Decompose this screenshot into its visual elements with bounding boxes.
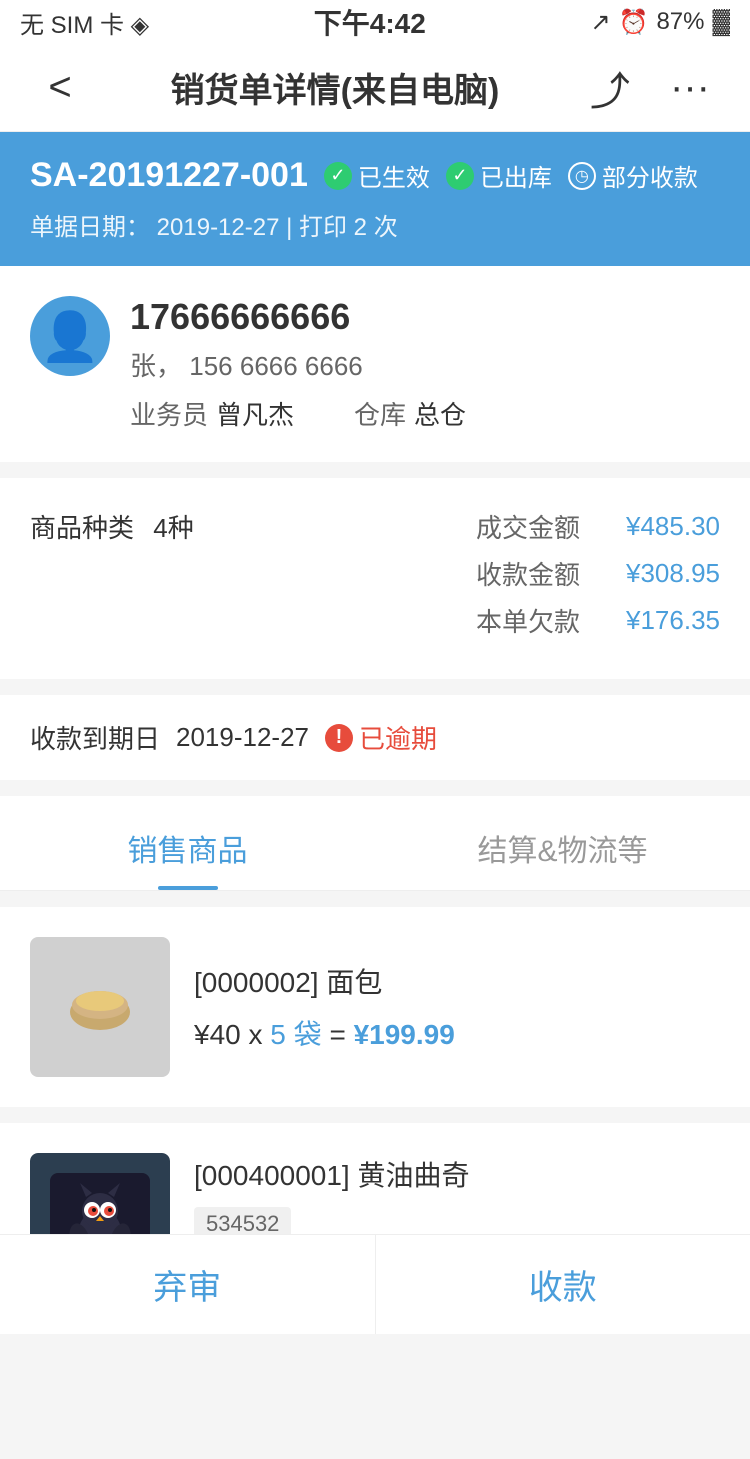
tab-products-label: 销售商品 bbox=[128, 835, 248, 868]
customer-meta: 业务员 曾凡杰 仓库 总仓 bbox=[130, 395, 720, 432]
back-button[interactable]: < bbox=[30, 65, 90, 110]
customer-name: 张， bbox=[130, 351, 182, 381]
tab-products[interactable]: 销售商品 bbox=[0, 796, 375, 890]
warehouse-name: 总仓 bbox=[414, 395, 466, 432]
price-unit-1: 袋 bbox=[294, 1019, 322, 1050]
battery-icon: ▓ bbox=[712, 8, 730, 36]
product-item: [0000002] 面包 ¥40 x 5 袋 = ¥199.99 bbox=[0, 907, 750, 1107]
tab-settlement[interactable]: 结算&物流等 bbox=[375, 796, 750, 890]
bottom-bar: 弃审 收款 bbox=[0, 1234, 750, 1334]
deal-amount-row: 成交金额 ¥485.30 bbox=[476, 508, 720, 545]
status-delivered: ✓ 已出库 bbox=[446, 158, 552, 193]
customer-name-phone: 张， 156 6666 6666 bbox=[130, 346, 720, 383]
due-date-label: 收款到期日 bbox=[30, 719, 160, 756]
product-name-1: [0000002] 面包 bbox=[194, 961, 720, 1001]
avatar: 👤 bbox=[30, 296, 110, 376]
sim-text: 无 SIM 卡 ◈ bbox=[20, 5, 149, 40]
check-icon-2: ✓ bbox=[446, 162, 474, 190]
due-date-section: 收款到期日 2019-12-27 ! 已逾期 bbox=[0, 695, 750, 780]
deal-amount-label: 成交金额 bbox=[476, 508, 580, 545]
bread-image bbox=[30, 937, 170, 1077]
price-qty-1: 5 bbox=[270, 1019, 286, 1050]
order-date: 2019-12-27 bbox=[157, 214, 280, 241]
status-partial: ◷ 部分收款 bbox=[568, 158, 698, 193]
product-title-2: 黄油曲奇 bbox=[358, 1160, 470, 1191]
status-left: 无 SIM 卡 ◈ bbox=[20, 5, 149, 40]
check-icon-1: ✓ bbox=[324, 162, 352, 190]
cancel-button[interactable]: 弃审 bbox=[0, 1235, 376, 1334]
price-equals-1: = bbox=[329, 1019, 353, 1050]
avatar-icon: 👤 bbox=[40, 308, 100, 365]
share-button[interactable]: ⤴ bbox=[580, 59, 640, 117]
deal-amount-value: ¥485.30 bbox=[600, 511, 720, 542]
overdue-text: 已逾期 bbox=[359, 719, 437, 756]
salesperson-label: 业务员 bbox=[130, 395, 208, 432]
debt-row: 本单欠款 ¥176.35 bbox=[476, 602, 720, 639]
warehouse-item: 仓库 总仓 bbox=[354, 395, 466, 432]
product-info-1: [0000002] 面包 ¥40 x 5 袋 = ¥199.99 bbox=[194, 961, 720, 1053]
price-total-1: ¥199.99 bbox=[354, 1019, 455, 1050]
location-icon: ↗ bbox=[590, 8, 610, 37]
status-effective: ✓ 已生效 bbox=[324, 158, 430, 193]
status-time: 下午4:42 bbox=[314, 2, 426, 42]
order-date-row: 单据日期： 2019-12-27 | 打印 2 次 bbox=[30, 207, 720, 242]
debt-label: 本单欠款 bbox=[476, 602, 580, 639]
more-button[interactable]: ··· bbox=[660, 65, 720, 110]
product-code-2: [000400001] bbox=[194, 1160, 350, 1191]
salesperson-name: 曾凡杰 bbox=[216, 395, 294, 432]
date-label: 单据日期： bbox=[30, 214, 150, 241]
order-status-row: SA-20191227-001 ✓ 已生效 ✓ 已出库 ◷ 部分收款 bbox=[30, 156, 720, 195]
product-name-2: [000400001] 黄油曲奇 bbox=[194, 1154, 720, 1194]
receipt-amount-row: 收款金额 ¥308.95 bbox=[476, 555, 720, 592]
stats-section: 商品种类 4种 成交金额 ¥485.30 收款金额 ¥308.95 本单欠款 ¥… bbox=[0, 478, 750, 679]
amount-info: 成交金额 ¥485.30 收款金额 ¥308.95 本单欠款 ¥176.35 bbox=[476, 508, 720, 649]
debt-value: ¥176.35 bbox=[600, 605, 720, 636]
tab-settlement-label: 结算&物流等 bbox=[477, 835, 647, 868]
clock-icon: ◷ bbox=[568, 162, 596, 190]
tabs-section: 销售商品 结算&物流等 bbox=[0, 796, 750, 891]
customer-info: 17666666666 张， 156 6666 6666 业务员 曾凡杰 仓库 … bbox=[130, 296, 720, 432]
due-date-value: 2019-12-27 bbox=[176, 722, 309, 753]
receipt-amount-value: ¥308.95 bbox=[600, 558, 720, 589]
status-right: ↗ ⏰ 87% ▓ bbox=[590, 8, 730, 37]
price-multiply-1: x bbox=[249, 1019, 271, 1050]
order-id: SA-20191227-001 bbox=[30, 156, 308, 195]
category-value: 4种 bbox=[153, 513, 193, 543]
warehouse-label: 仓库 bbox=[354, 395, 406, 432]
status-label-3: 部分收款 bbox=[602, 158, 698, 193]
product-price-1: ¥40 x 5 袋 = ¥199.99 bbox=[194, 1013, 720, 1053]
print-info: | 打印 2 次 bbox=[286, 214, 398, 241]
product-list: [0000002] 面包 ¥40 x 5 袋 = ¥199.99 bbox=[0, 907, 750, 1459]
alarm-icon: ⏰ bbox=[619, 8, 649, 37]
page-title: 销货单详情(来自电脑) bbox=[171, 63, 500, 112]
order-header: SA-20191227-001 ✓ 已生效 ✓ 已出库 ◷ 部分收款 单据日期：… bbox=[0, 132, 750, 266]
status-bar: 无 SIM 卡 ◈ 下午4:42 ↗ ⏰ 87% ▓ bbox=[0, 0, 750, 44]
overdue-icon: ! bbox=[325, 724, 353, 752]
product-code-1: [0000002] bbox=[194, 967, 319, 998]
category-info: 商品种类 4种 bbox=[30, 508, 194, 649]
status-label-1: 已生效 bbox=[358, 158, 430, 193]
status-label-2: 已出库 bbox=[480, 158, 552, 193]
battery-text: 87% bbox=[656, 8, 704, 36]
price-value-1: ¥40 bbox=[194, 1019, 241, 1050]
customer-id: 17666666666 bbox=[130, 296, 720, 338]
product-thumbnail-1 bbox=[30, 937, 170, 1077]
nav-actions: ⤴ ··· bbox=[580, 59, 720, 117]
product-title-1: 面包 bbox=[326, 967, 382, 998]
customer-section: 👤 17666666666 张， 156 6666 6666 业务员 曾凡杰 仓… bbox=[0, 266, 750, 462]
nav-bar: < 销货单详情(来自电脑) ⤴ ··· bbox=[0, 44, 750, 132]
customer-phone-num: 156 6666 6666 bbox=[189, 351, 363, 381]
bread-icon bbox=[60, 967, 140, 1047]
confirm-button[interactable]: 收款 bbox=[376, 1235, 750, 1334]
overdue-badge: ! 已逾期 bbox=[325, 719, 437, 756]
salesperson-item: 业务员 曾凡杰 bbox=[130, 395, 294, 432]
receipt-amount-label: 收款金额 bbox=[476, 555, 580, 592]
category-label: 商品种类 bbox=[30, 513, 134, 543]
